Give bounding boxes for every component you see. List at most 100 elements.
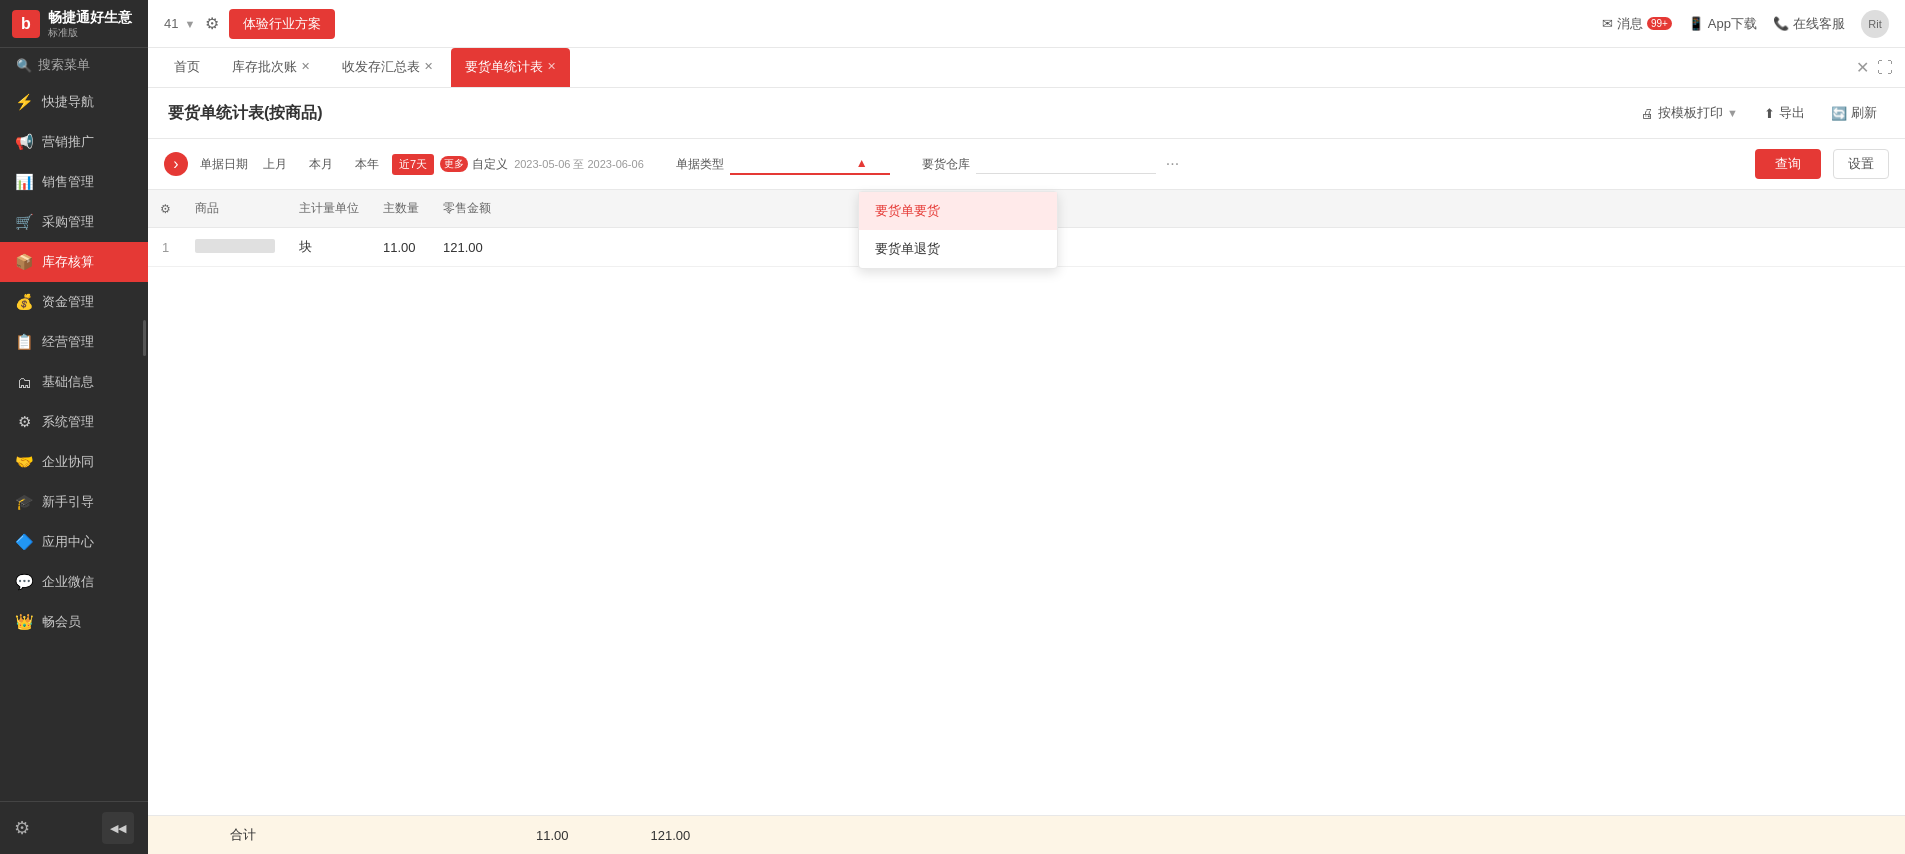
type-input[interactable] xyxy=(736,156,856,171)
tab-batch-label: 库存批次账 xyxy=(232,60,297,73)
filter-settings-button[interactable]: 设置 xyxy=(1833,149,1889,179)
date-filter-group: 单据日期 上月 本月 本年 近7天 更多 自定义 2023-05-06 至 20… xyxy=(200,152,644,177)
app-logo: b 畅捷通好生意 标准版 xyxy=(0,0,148,48)
nav-icon-member: 👑 xyxy=(14,612,34,632)
col-quantity: 主数量 xyxy=(371,190,431,228)
nav-icon-finance: 💰 xyxy=(14,292,34,312)
sidebar-item-finance[interactable]: 💰 资金管理 xyxy=(0,282,148,322)
filter-bar: › 单据日期 上月 本月 本年 近7天 更多 自定义 2023-05-06 至 … xyxy=(148,139,1905,190)
date-btn-last-month[interactable]: 上月 xyxy=(254,152,296,177)
filter-more-btn[interactable]: ··· xyxy=(1166,155,1179,173)
online-service-btn[interactable]: 📞 在线客服 xyxy=(1773,15,1845,33)
logo-text: 畅捷通好生意 标准版 xyxy=(48,8,132,39)
print-btn[interactable]: 🖨 按模板打印 ▼ xyxy=(1633,100,1746,126)
col-amount: 零售金额 xyxy=(431,190,503,228)
app-download-label: App下载 xyxy=(1708,15,1757,33)
type-filter-group: 单据类型 ▲ xyxy=(676,154,890,175)
sidebar-bottom: ⚙ ◀◀ xyxy=(0,801,148,854)
tab-order-close[interactable]: ✕ xyxy=(547,61,556,72)
sidebar-item-inventory[interactable]: 📦 库存核算 xyxy=(0,242,148,282)
nav-icon-apps: 🔷 xyxy=(14,532,34,552)
sidebar-item-quick-nav[interactable]: ⚡ 快捷导航 xyxy=(0,82,148,122)
service-icon: 📞 xyxy=(1773,16,1789,31)
nav-label: 畅会员 xyxy=(42,613,81,631)
tab-batch-close[interactable]: ✕ xyxy=(301,61,310,72)
warehouse-select[interactable] xyxy=(976,154,1156,174)
date-btn-custom[interactable]: 自定义 xyxy=(472,156,508,173)
sidebar-item-enterprise[interactable]: 🤝 企业协同 xyxy=(0,442,148,482)
app-subtitle: 标准版 xyxy=(48,26,132,39)
nav-icon-system: ⚙ xyxy=(14,412,34,432)
nav-icon-marketing: 📢 xyxy=(14,132,34,152)
sidebar-item-member[interactable]: 👑 畅会员 xyxy=(0,602,148,642)
search-icon: 🔍 xyxy=(16,58,32,73)
date-btn-this-year[interactable]: 本年 xyxy=(346,152,388,177)
tab-receipt-summary[interactable]: 收发存汇总表 ✕ xyxy=(328,48,447,87)
tabs-expand[interactable]: ⛶ xyxy=(1877,59,1893,77)
tab-order-stats[interactable]: 要货单统计表 ✕ xyxy=(451,48,570,87)
sidebar-item-purchase[interactable]: 🛒 采购管理 xyxy=(0,202,148,242)
nav-label: 快捷导航 xyxy=(42,93,94,111)
refresh-btn[interactable]: 🔄 刷新 xyxy=(1823,100,1885,126)
nav-label: 资金管理 xyxy=(42,293,94,311)
filter-expand-btn[interactable]: › xyxy=(164,152,188,176)
message-icon: ✉ xyxy=(1602,16,1613,31)
nav-icon-inventory: 📦 xyxy=(14,252,34,272)
messages-label: 消息 xyxy=(1617,15,1643,33)
search-label: 搜索菜单 xyxy=(38,56,90,74)
sidebar: b 畅捷通好生意 标准版 🔍 搜索菜单 ⚡ 快捷导航 📢 营销推广 📊 销售管理… xyxy=(0,0,148,854)
warehouse-filter-group: 要货仓库 ··· xyxy=(922,154,1179,174)
page-title: 要货单统计表(按商品) xyxy=(168,103,323,124)
nav-label: 企业微信 xyxy=(42,573,94,591)
sidebar-collapse-button[interactable]: ◀◀ xyxy=(102,812,134,844)
user-avatar[interactable]: Rit xyxy=(1861,10,1889,38)
messages-badge: 99+ xyxy=(1647,17,1672,30)
sidebar-item-guide[interactable]: 🎓 新手引导 xyxy=(0,482,148,522)
tab-receipt-close[interactable]: ✕ xyxy=(424,61,433,72)
cell-num: 1 xyxy=(148,228,183,267)
export-icon: ⬆ xyxy=(1764,106,1775,121)
warehouse-input[interactable] xyxy=(982,156,1150,171)
app-download-btn[interactable]: 📱 App下载 xyxy=(1688,15,1757,33)
nav-icon-wechat: 💬 xyxy=(14,572,34,592)
date-btn-this-month[interactable]: 本月 xyxy=(300,152,342,177)
messages-btn[interactable]: ✉ 消息 99+ xyxy=(1602,15,1672,33)
sidebar-settings-icon[interactable]: ⚙ xyxy=(14,817,30,839)
gear-settings-icon[interactable]: ⚙ xyxy=(205,14,219,33)
dropdown-item-order-return[interactable]: 要货单退货 xyxy=(859,230,1057,268)
sidebar-item-operation[interactable]: 📋 经营管理 xyxy=(0,322,148,362)
nav-label: 采购管理 xyxy=(42,213,94,231)
company-num: 41 xyxy=(164,16,178,31)
sidebar-item-basic[interactable]: 🗂 基础信息 xyxy=(0,362,148,402)
tab-batch-account[interactable]: 库存批次账 ✕ xyxy=(218,48,324,87)
footer-amount: 121.00 xyxy=(651,828,691,843)
sidebar-item-wechat[interactable]: 💬 企业微信 xyxy=(0,562,148,602)
nav-icon-enterprise: 🤝 xyxy=(14,452,34,472)
refresh-icon: 🔄 xyxy=(1831,106,1847,121)
page-actions: 🖨 按模板打印 ▼ ⬆ 导出 🔄 刷新 xyxy=(1633,100,1885,126)
tabs-close-all[interactable]: ✕ xyxy=(1856,58,1869,77)
col-unit: 主计量单位 xyxy=(287,190,371,228)
dropdown-item-order-goods[interactable]: 要货单要货 xyxy=(859,192,1057,230)
sidebar-item-sales[interactable]: 📊 销售管理 xyxy=(0,162,148,202)
export-btn[interactable]: ⬆ 导出 xyxy=(1756,100,1813,126)
sidebar-item-system[interactable]: ⚙ 系统管理 xyxy=(0,402,148,442)
nav-icon-operation: 📋 xyxy=(14,332,34,352)
avatar-text: Rit xyxy=(1868,18,1881,30)
trial-btn[interactable]: 体验行业方案 xyxy=(229,9,335,39)
col-settings[interactable]: ⚙ xyxy=(148,190,183,228)
tab-home[interactable]: 首页 xyxy=(160,48,214,87)
search-menu[interactable]: 🔍 搜索菜单 xyxy=(0,48,148,82)
tab-home-label: 首页 xyxy=(174,60,200,73)
cell-amount: 121.00 xyxy=(431,228,503,267)
sidebar-item-marketing[interactable]: 📢 营销推广 xyxy=(0,122,148,162)
sidebar-item-apps[interactable]: 🔷 应用中心 xyxy=(0,522,148,562)
nav-label: 经营管理 xyxy=(42,333,94,351)
nav-label: 新手引导 xyxy=(42,493,94,511)
type-select[interactable]: ▲ xyxy=(730,154,890,175)
query-button[interactable]: 查询 xyxy=(1755,149,1821,179)
company-selector[interactable]: 41 ▼ xyxy=(164,16,195,31)
app-title: 畅捷通好生意 xyxy=(48,8,132,26)
date-btn-7days[interactable]: 近7天 xyxy=(392,154,434,175)
date-range-buttons: 上月 本月 本年 近7天 更多 自定义 xyxy=(254,152,508,177)
